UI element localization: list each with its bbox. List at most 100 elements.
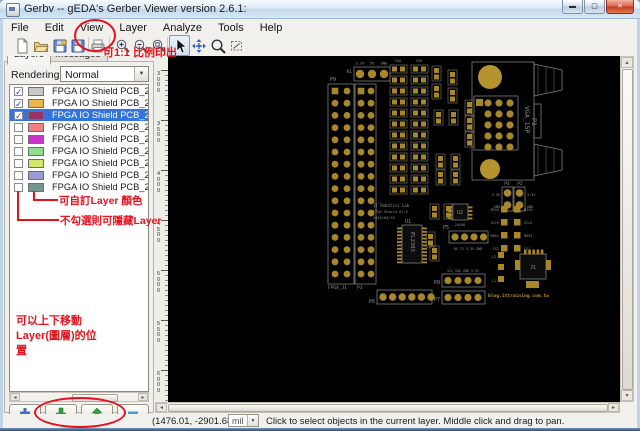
scroll-right-icon[interactable]: ▸ (608, 403, 619, 412)
svg-text:SCLK: SCLK (524, 221, 533, 225)
layer-row[interactable]: ✓ FPGA IO Shield PCB_20160225- (10, 85, 148, 97)
layer-list[interactable]: ✓ FPGA IO Shield PCB_20160225- ✓ FPGA IO Sh… (9, 84, 149, 392)
layer-row[interactable]: FPGA IO Shield PCB_20160225- (10, 157, 148, 169)
layer-name: FPGA IO Shield PCB_20160225- (52, 146, 148, 156)
svg-text:SCLK: SCLK (491, 221, 500, 225)
pan-tool-button[interactable] (188, 35, 209, 56)
layer-visibility-checkbox[interactable] (14, 122, 23, 132)
svg-text:P3: P3 (357, 285, 363, 291)
pcb-site-text: blog.ittraining.com.tw (488, 293, 549, 299)
layer-row[interactable]: FPGA IO Shield PCB_20160225- (10, 121, 148, 133)
layer-visibility-checkbox[interactable] (14, 182, 23, 192)
title-bar[interactable]: Gerbv -- gEDA's Gerber Viewer version 2.… (0, 0, 640, 19)
zoom-tool-button[interactable] (207, 35, 228, 56)
scrollbar-thumb[interactable] (622, 69, 633, 390)
save-button[interactable] (67, 35, 88, 56)
svg-text:L1: L1 (492, 279, 496, 283)
rendering-combobox[interactable]: Normal ▼ (60, 66, 149, 82)
layer-name: FPGA IO Shield PCB_20160225- (52, 182, 148, 192)
chevron-down-icon[interactable]: ▼ (247, 415, 258, 426)
layer-row[interactable]: FPGA IO Shield PCB_20160225- (10, 145, 148, 157)
layer-visibility-checkbox[interactable]: ✓ (14, 98, 23, 108)
ruler-label: 5 0 0 0 (157, 271, 161, 294)
open-button[interactable] (30, 35, 51, 56)
scroll-down-icon[interactable]: ▾ (621, 390, 633, 401)
svg-text:SCL SDA GND 3.3V: SCL SDA GND 3.3V (447, 269, 479, 273)
layer-color-swatch[interactable] (28, 158, 44, 168)
svg-text:P6: P6 (369, 299, 375, 305)
layer-color-swatch[interactable] (28, 182, 44, 192)
minimize-button[interactable]: ▬ (562, 0, 583, 14)
layer-name: FPGA IO Shield PCB_20160225- (52, 158, 148, 168)
layer-color-swatch[interactable] (28, 98, 44, 108)
zoom-fit-button[interactable] (148, 35, 169, 56)
layer-row[interactable]: FPGA IO Shield PCB_20160225. (10, 169, 148, 181)
pcb-render: P9 K1 3.3V 5V GND 330 330 FPGA_J1 P3 VGA… (327, 59, 563, 305)
layer-visibility-checkbox[interactable]: ✓ (14, 86, 23, 96)
layer-name: FPGA IO Shield PCB_20160225- (52, 110, 148, 120)
layer-row[interactable]: ✓ FPGA IO Shield PCB_20160225- (10, 109, 148, 121)
vertical-ruler: 3 0 0 0 3 5 0 0 4 0 0 0 4 5 0 0 5 0 0 0 5 5 0… (155, 56, 168, 402)
svg-text:330: 330 (416, 59, 422, 63)
app-icon (6, 3, 20, 17)
layer-visibility-checkbox[interactable] (14, 158, 23, 168)
maximize-button[interactable]: ▢ (584, 0, 605, 14)
svg-text:PL2303: PL2303 (409, 232, 415, 252)
layer-row[interactable]: FPGA IO Shield PCB_20160225- (10, 181, 148, 193)
layer-row[interactable]: ✓ FPGA IO Shield PCB_20160225- (10, 97, 148, 109)
new-button[interactable] (11, 35, 32, 56)
layer-color-swatch[interactable] (28, 146, 44, 156)
svg-text:L2: L2 (492, 255, 496, 259)
layer-visibility-checkbox[interactable]: ✓ (14, 110, 23, 120)
scroll-left-icon[interactable]: ◂ (10, 393, 20, 401)
pointer-tool-button[interactable] (169, 35, 190, 56)
svg-text:CS2: CS2 (493, 247, 499, 251)
svg-text:330: 330 (395, 59, 401, 63)
layer-name: FPGA IO Shield PCB_20160225- (52, 98, 148, 108)
layer-color-swatch[interactable] (28, 122, 44, 132)
rendering-label: Rendering: (11, 69, 63, 81)
unit-value: mil (232, 416, 244, 426)
ruler-label: 4 5 0 0 (157, 221, 161, 244)
svg-text:FPGA Shield V1.0: FPGA Shield V1.0 (373, 210, 408, 214)
window-title: Gerbv -- gEDA's Gerber Viewer version 2.… (24, 3, 247, 15)
layer-color-swatch[interactable] (28, 110, 44, 120)
layer-color-swatch[interactable] (28, 86, 44, 96)
svg-text:3.3V: 3.3V (355, 61, 365, 66)
svg-text:24C08: 24C08 (455, 223, 466, 227)
measure-tool-button[interactable] (226, 35, 247, 56)
svg-text:MOSI: MOSI (524, 234, 532, 238)
svg-text:K1: K1 (347, 69, 353, 75)
svg-text:P8: P8 (434, 280, 440, 286)
print-button[interactable] (87, 35, 108, 56)
unit-combobox[interactable]: mil ▼ (228, 414, 259, 427)
svg-text:3.3V: 3.3V (527, 193, 536, 197)
layer-name: FPGA IO Shield PCB_20160225. (52, 170, 148, 180)
canvas-vscrollbar[interactable]: ▴ ▾ (620, 56, 634, 402)
svg-text:P1: P1 (530, 118, 538, 126)
layer-row[interactable]: FPGA IO Shield PCB_20160225- (10, 133, 148, 145)
gerber-canvas[interactable]: P9 K1 3.3V 5V GND 330 330 FPGA_J1 P3 VGA… (168, 56, 620, 402)
canvas-hscrollbar[interactable]: ◂ ▸ (155, 402, 620, 413)
ruler-label: 3 0 0 0 (157, 71, 161, 94)
scroll-right-icon[interactable]: ▸ (138, 393, 148, 401)
cursor-coordinates: (1476.01, -2901.68) (152, 416, 236, 427)
svg-text:VGA_15P: VGA_15P (523, 106, 531, 133)
ruler-label: 6 0 0 0 (157, 371, 161, 394)
ruler-label: 4 0 0 0 (157, 171, 161, 194)
scroll-up-icon[interactable]: ▴ (621, 57, 633, 68)
close-button[interactable]: ✕ (606, 0, 634, 14)
chevron-down-icon[interactable]: ▼ (134, 67, 148, 81)
layer-visibility-checkbox[interactable] (14, 170, 23, 180)
layer-visibility-checkbox[interactable] (14, 134, 23, 144)
layer-visibility-checkbox[interactable] (14, 146, 23, 156)
scrollbar-thumb[interactable] (168, 404, 608, 412)
scrollbar-thumb[interactable] (72, 394, 118, 402)
scroll-left-icon[interactable]: ◂ (156, 403, 167, 412)
toolbar (3, 34, 637, 56)
layer-color-swatch[interactable] (28, 170, 44, 180)
layer-list-hscrollbar[interactable]: ◂ ▸ (9, 392, 149, 402)
svg-text:P2: P2 (517, 181, 523, 187)
svg-text:CS1: CS1 (524, 247, 530, 251)
layer-color-swatch[interactable] (28, 134, 44, 144)
